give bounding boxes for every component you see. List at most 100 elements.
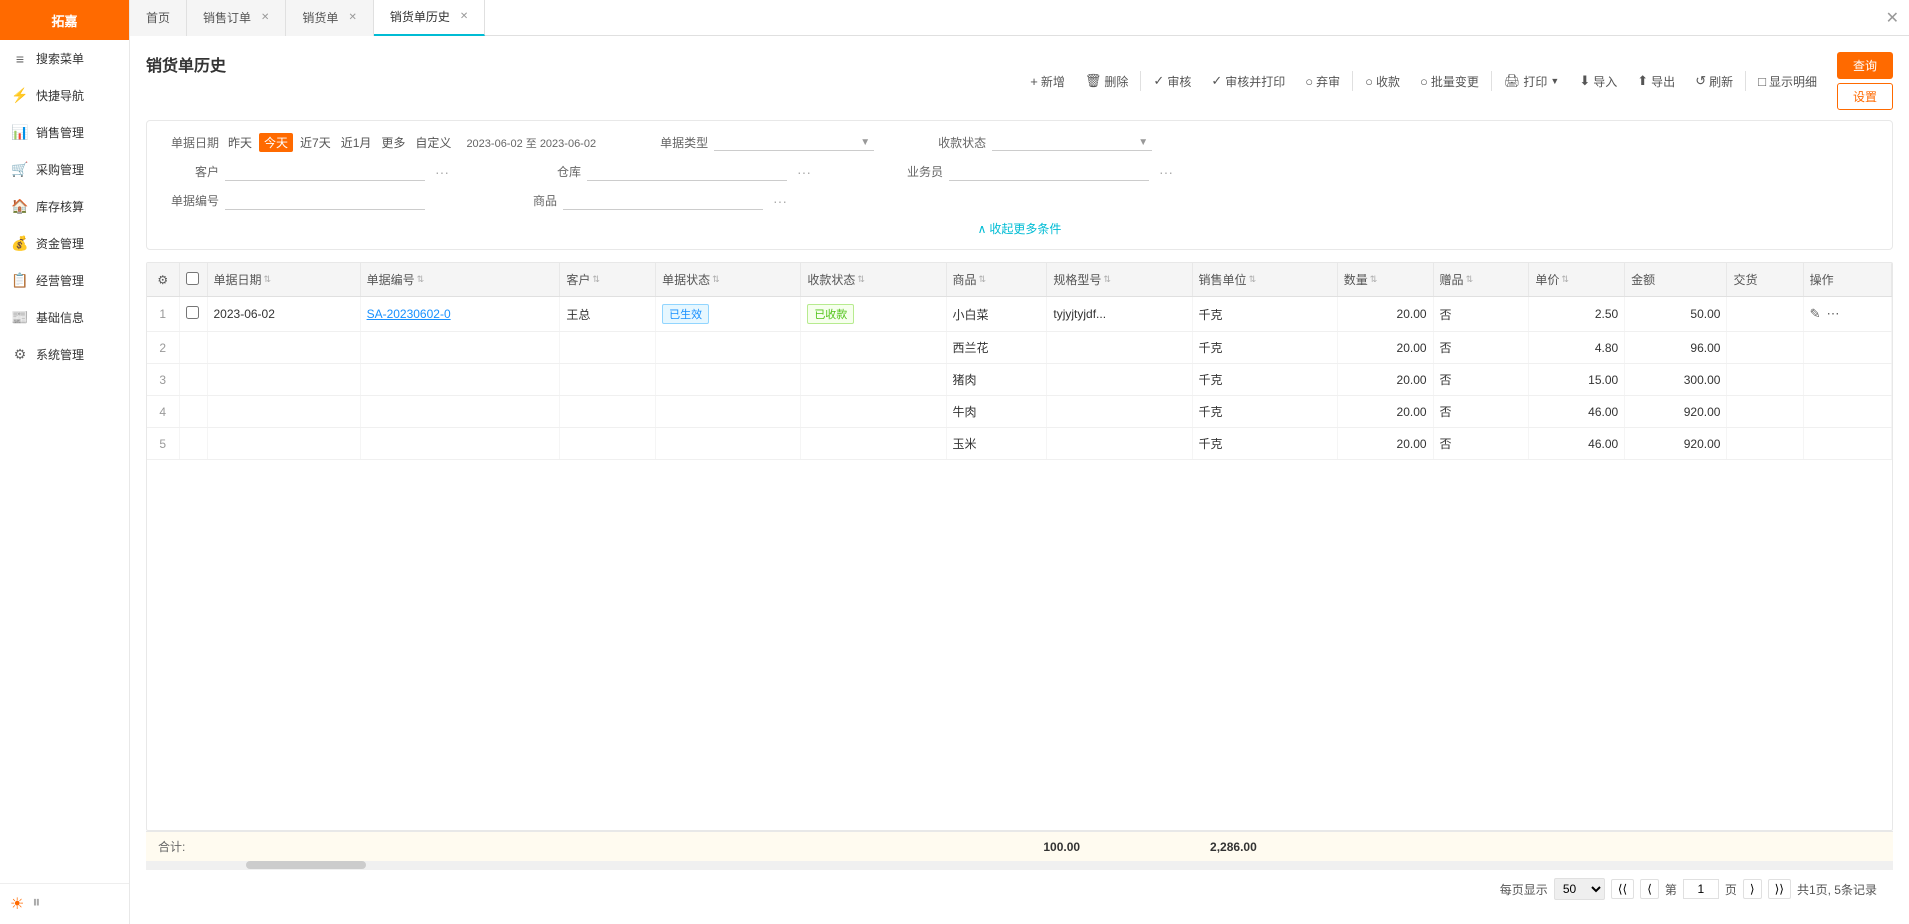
pay-status-select[interactable]: ▼: [992, 135, 1152, 151]
goods-input[interactable]: [563, 191, 763, 210]
doc-type-select[interactable]: ▼: [714, 135, 874, 151]
import-button[interactable]: ⬇ 导入: [1571, 69, 1625, 94]
shortcut-yesterday[interactable]: 昨天: [225, 133, 255, 152]
logo: 拓嘉: [0, 0, 129, 40]
tab-home-label: 首页: [146, 9, 170, 26]
abandon-button[interactable]: ○ 弃审: [1297, 69, 1348, 94]
delete-button[interactable]: 🗑 删除: [1077, 69, 1137, 94]
filter-staff-item: 业务员 ···: [887, 162, 1173, 181]
next-page-button[interactable]: ⟩: [1743, 879, 1762, 899]
setting-button[interactable]: 设置: [1837, 83, 1893, 110]
cell-checkbox[interactable]: [179, 332, 207, 364]
customer-more-icon[interactable]: ···: [435, 164, 449, 180]
audit-print-button[interactable]: ✓ 审核并打印: [1203, 69, 1293, 94]
sidebar-item-operations[interactable]: 📋 经营管理: [0, 262, 129, 299]
sidebar-item-basic-info[interactable]: 📰 基础信息: [0, 299, 129, 336]
main-area: 首页 销售订单 ✕ 销货单 ✕ 销货单历史 ✕ ✕ 销货单历史 + 新增: [130, 0, 1909, 924]
sidebar-bottom-icon2[interactable]: ⏸: [32, 894, 40, 914]
window-close-button[interactable]: ✕: [1886, 8, 1899, 28]
page-label-suffix: 页: [1725, 881, 1737, 898]
col-docno-header[interactable]: 单据编号⇅: [360, 263, 560, 297]
customer-input[interactable]: [225, 162, 425, 181]
filter-row-1: 单据日期 昨天 今天 近7天 近1月 更多 自定义 2023-06-02 至 2…: [163, 133, 1876, 152]
shortcut-7days[interactable]: 近7天: [297, 133, 334, 152]
cell-checkbox[interactable]: [179, 428, 207, 460]
cell-checkbox[interactable]: [179, 297, 207, 332]
scroll-thumb[interactable]: [246, 861, 366, 869]
sidebar-item-sales-mgmt[interactable]: 📊 销售管理: [0, 114, 129, 151]
abandon-icon: ○: [1305, 74, 1313, 89]
tab-sales-history-close[interactable]: ✕: [460, 11, 468, 22]
sidebar-item-search-menu[interactable]: ≡ 搜索菜单: [0, 40, 129, 77]
col-goods-header[interactable]: 商品⇅: [946, 263, 1047, 297]
export-button[interactable]: ⬆ 导出: [1629, 69, 1683, 94]
sidebar-item-system[interactable]: ⚙ 系统管理: [0, 336, 129, 373]
cell-checkbox[interactable]: [179, 396, 207, 428]
staff-input[interactable]: [949, 162, 1149, 181]
col-doc-status-header[interactable]: 单据状态⇅: [656, 263, 801, 297]
docno-link[interactable]: SA-20230602-0: [367, 307, 451, 321]
collapse-button[interactable]: ∧ 收起更多条件: [978, 220, 1062, 237]
last-page-button[interactable]: ⟩⟩: [1768, 879, 1791, 899]
select-all-checkbox[interactable]: [186, 272, 199, 285]
shortcut-custom[interactable]: 自定义: [412, 133, 454, 152]
sort-unit-icon: ⇅: [1249, 274, 1257, 285]
refresh-button[interactable]: ↺ 刷新: [1687, 69, 1741, 94]
staff-more-icon[interactable]: ···: [1159, 164, 1173, 180]
cell-customer: [560, 364, 656, 396]
col-date-header[interactable]: 单据日期⇅: [207, 263, 360, 297]
cell-qty: 20.00: [1337, 364, 1433, 396]
tab-sales-delivery-close[interactable]: ✕: [348, 12, 356, 23]
new-button[interactable]: + 新增: [1022, 69, 1073, 94]
more-icon[interactable]: ⋯: [1827, 306, 1840, 322]
sidebar: 拓嘉 ≡ 搜索菜单 ⚡ 快捷导航 📊 销售管理 🛒 采购管理 🏠 库存核算 💰 …: [0, 0, 130, 924]
cell-customer: [560, 396, 656, 428]
sidebar-item-inventory[interactable]: 🏠 库存核算: [0, 188, 129, 225]
col-spec-header[interactable]: 规格型号⇅: [1047, 263, 1192, 297]
batch-change-button[interactable]: ○ 批量变更: [1412, 69, 1487, 94]
query-button[interactable]: 查询: [1837, 52, 1893, 79]
per-page-select[interactable]: 50 100 200: [1554, 878, 1605, 900]
tab-sales-history[interactable]: 销货单历史 ✕: [374, 0, 485, 36]
col-price-header[interactable]: 单价⇅: [1529, 263, 1625, 297]
docno-input[interactable]: [225, 191, 425, 210]
prev-page-button[interactable]: ⟨: [1640, 879, 1659, 899]
sidebar-item-quick-nav[interactable]: ⚡ 快捷导航: [0, 77, 129, 114]
col-customer-header[interactable]: 客户⇅: [560, 263, 656, 297]
col-qty-header[interactable]: 数量⇅: [1337, 263, 1433, 297]
shortcut-more[interactable]: 更多: [378, 133, 408, 152]
tab-sales-delivery-label: 销货单: [302, 9, 338, 26]
warehouse-input[interactable]: [587, 162, 787, 181]
col-amount-header: 金额: [1625, 263, 1727, 297]
edit-icon[interactable]: ✎: [1810, 306, 1821, 322]
sidebar-item-finance[interactable]: 💰 资金管理: [0, 225, 129, 262]
tab-sales-order[interactable]: 销售订单 ✕: [187, 0, 286, 36]
table-row: 1 2023-06-02 SA-20230602-0 王总 已生效 已收款 小白…: [147, 297, 1892, 332]
goods-more-icon[interactable]: ···: [773, 193, 787, 209]
cell-price: 46.00: [1529, 428, 1625, 460]
current-page-input[interactable]: [1683, 879, 1719, 899]
print-button[interactable]: 🖨 打印 ▼: [1496, 69, 1567, 94]
col-checkbox[interactable]: [179, 263, 207, 297]
col-pay-status-header[interactable]: 收款状态⇅: [801, 263, 946, 297]
tab-home[interactable]: 首页: [130, 0, 187, 36]
show-detail-button[interactable]: □ 显示明细: [1750, 69, 1825, 94]
collect-button[interactable]: ○ 收款: [1357, 69, 1408, 94]
horizontal-scrollbar[interactable]: [146, 861, 1893, 869]
separator1: [1140, 71, 1141, 91]
tab-sales-delivery[interactable]: 销货单 ✕: [286, 0, 373, 36]
warehouse-more-icon[interactable]: ···: [797, 164, 811, 180]
row-checkbox[interactable]: [186, 306, 199, 319]
first-page-button[interactable]: ⟨⟨: [1611, 879, 1634, 899]
audit-button[interactable]: ✓ 审核: [1145, 69, 1199, 94]
shortcut-1month[interactable]: 近1月: [338, 133, 375, 152]
sidebar-item-purchase-mgmt[interactable]: 🛒 采购管理: [0, 151, 129, 188]
cell-checkbox[interactable]: [179, 364, 207, 396]
col-gift-header[interactable]: 赠品⇅: [1433, 263, 1529, 297]
sidebar-bottom-icon1[interactable]: ☀: [10, 894, 24, 914]
col-settings[interactable]: ⚙: [147, 263, 179, 297]
col-unit-header[interactable]: 销售单位⇅: [1192, 263, 1337, 297]
shortcut-today[interactable]: 今天: [259, 133, 293, 152]
tab-sales-order-close[interactable]: ✕: [261, 12, 269, 23]
filter-doc-type-item: 单据类型 ▼: [652, 134, 874, 151]
